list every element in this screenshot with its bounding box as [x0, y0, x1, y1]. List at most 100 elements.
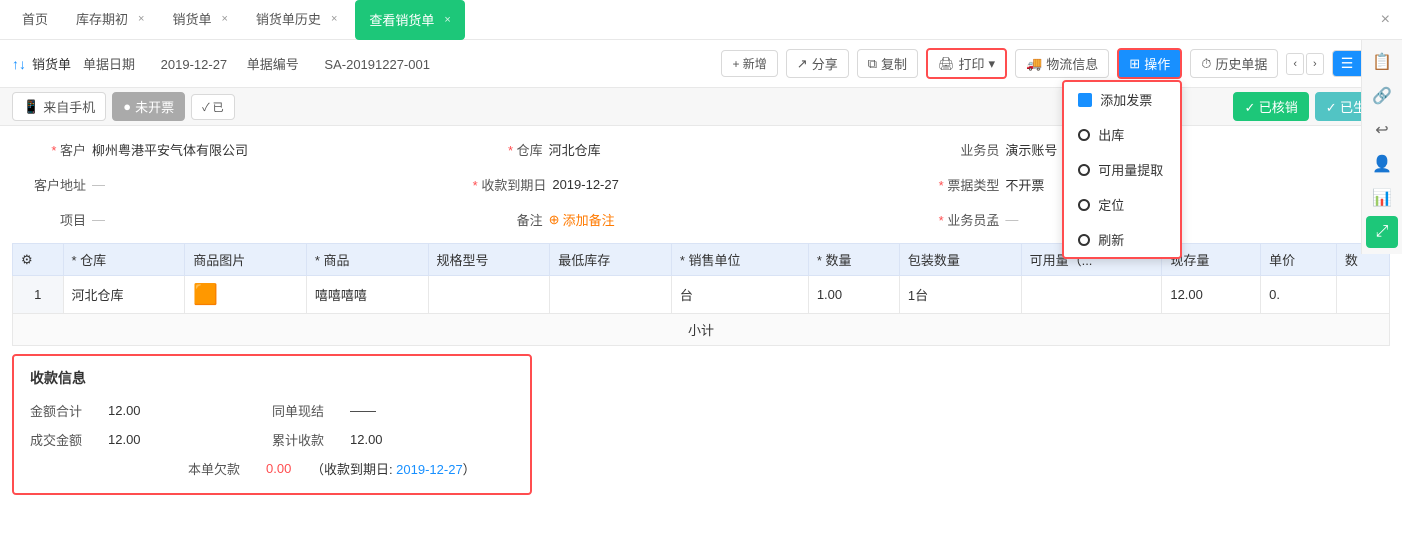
prev-arrow[interactable]: ‹	[1286, 53, 1304, 75]
from-phone-btn[interactable]: 📱 来自手机	[12, 92, 106, 121]
tab-sales-history-label: 销货单历史	[256, 9, 321, 28]
list-view-btn[interactable]: ☰	[1333, 51, 1362, 76]
out-stock-label: 出库	[1098, 125, 1124, 144]
tab-view-sales-close[interactable]: ×	[444, 14, 450, 26]
tab-home-label: 首页	[22, 9, 48, 28]
cell-image: 🟧	[185, 276, 307, 314]
product-table: ⚙ * 仓库 商品图片 * 商品 规格型号 最低库存 * 销售单位 * 数量 包…	[12, 243, 1390, 346]
cell-spec	[428, 276, 550, 314]
menu-refresh[interactable]: 刷新	[1064, 222, 1180, 257]
add-invoice-icon	[1078, 93, 1092, 107]
tab-home[interactable]: 首页	[8, 0, 62, 40]
logistics-label: 物流信息	[1046, 54, 1098, 73]
salesperson-label: 业务员	[929, 140, 999, 159]
col-product: * 商品	[306, 244, 428, 276]
copy-icon: ⧉	[868, 56, 877, 72]
tab-sales-history-close[interactable]: ×	[331, 13, 337, 25]
tab-inventory-init-close[interactable]: ×	[138, 13, 144, 25]
tab-sales-order-close[interactable]: ×	[221, 13, 227, 25]
copy-label: 复制	[881, 54, 907, 73]
ticket-type-label: 票据类型	[929, 175, 999, 194]
form-area: 客户 柳州粤港平安气体有限公司 仓库 河北仓库 业务员 演示账号 客户地址 — …	[0, 126, 1402, 243]
col-pack-qty: 包装数量	[899, 244, 1021, 276]
new-button[interactable]: + 新增	[721, 50, 777, 77]
tab-bar-close-icon[interactable]: ×	[1381, 11, 1390, 29]
sidebar-user-icon[interactable]: 👤	[1366, 148, 1398, 180]
due-date-row: 收款到期日 2019-12-27	[473, 171, 930, 198]
tab-view-sales[interactable]: 查看销货单 ×	[355, 0, 464, 40]
menu-locate[interactable]: 定位	[1064, 187, 1180, 222]
due-date-label: 收款到期日	[473, 175, 547, 194]
salesperson2-label: 业务员孟	[929, 210, 999, 229]
tab-sales-order[interactable]: 销货单 ×	[158, 0, 241, 40]
tab-inventory-init-label: 库存期初	[76, 9, 128, 28]
note-label: 备注	[473, 210, 543, 229]
print-button[interactable]: 🖨 打印 ▾	[926, 48, 1007, 79]
cell-min-stock	[550, 276, 672, 314]
next-arrow[interactable]: ›	[1306, 53, 1324, 75]
due-note: （收款到期日: 2019-12-27）	[311, 459, 476, 478]
address-row: 客户地址 —	[16, 171, 473, 198]
cumulative-label: 累计收款	[272, 430, 342, 449]
history-button[interactable]: ⏱ 历史单据	[1190, 49, 1278, 78]
share-button[interactable]: ↗ 分享	[786, 49, 849, 78]
project-value: —	[92, 212, 105, 227]
doc-no-label: 单据编号	[247, 57, 299, 72]
tab-sales-history[interactable]: 销货单历史 ×	[242, 0, 351, 40]
main-area: ↑↓ 销货单 单据日期 2019-12-27 单据编号 SA-20191227-…	[0, 40, 1402, 533]
sidebar-doc-icon[interactable]: 📋	[1366, 46, 1398, 78]
amount-total-value: 12.00	[108, 403, 141, 418]
same-order-label: 同单现结	[272, 401, 342, 420]
tab-inventory-init[interactable]: 库存期初 ×	[62, 0, 158, 40]
sold-btn[interactable]: ✓ 已核销	[1233, 92, 1308, 121]
deal-amount-label: 成交金额	[30, 430, 100, 449]
table-wrap: ⚙ * 仓库 商品图片 * 商品 规格型号 最低库存 * 销售单位 * 数量 包…	[0, 243, 1402, 346]
not-opened-label: 未开票	[135, 97, 174, 116]
locate-label: 定位	[1098, 195, 1124, 214]
add-note-label: 添加备注	[563, 210, 615, 229]
add-note-btn[interactable]: ⊕ 添加备注	[549, 210, 615, 229]
confirm-btn[interactable]: ✓ 已	[191, 94, 235, 120]
this-due-value: 0.00	[266, 461, 291, 476]
same-order-value: ——	[350, 403, 376, 418]
doc-date-value: 2019-12-27	[161, 57, 228, 72]
print-label: 打印	[959, 54, 985, 73]
col-min-stock: 最低库存	[550, 244, 672, 276]
sold-check-icon: ✓	[1244, 100, 1255, 115]
menu-available-qty[interactable]: 可用量提取	[1064, 152, 1180, 187]
not-opened-icon: ●	[123, 99, 131, 114]
sidebar-undo-icon[interactable]: ↩	[1366, 114, 1398, 146]
payment-grid: 金额合计 12.00 同单现结 —— 成交金额 12.00 累计收款 12.00…	[30, 398, 514, 481]
cell-product: 嘻嘻嘻嘻	[306, 276, 428, 314]
print-icon: 🖨	[938, 56, 955, 72]
menu-out-stock[interactable]: 出库	[1064, 117, 1180, 152]
sidebar-expand-icon[interactable]: ⤢	[1366, 216, 1398, 248]
col-warehouse: * 仓库	[63, 244, 185, 276]
logistics-icon: 🚚	[1026, 56, 1042, 72]
col-unit: * 销售单位	[671, 244, 808, 276]
sidebar-link-icon[interactable]: 🔗	[1366, 80, 1398, 112]
locate-icon	[1078, 199, 1090, 211]
sidebar-chart-icon[interactable]: 📊	[1366, 182, 1398, 214]
this-due-row: 本单欠款 0.00 （收款到期日: 2019-12-27）	[30, 456, 514, 481]
menu-add-invoice[interactable]: 添加发票	[1064, 82, 1180, 117]
amount-total-row: 金额合计 12.00	[30, 398, 272, 423]
deal-amount-value: 12.00	[108, 432, 141, 447]
refresh-icon	[1078, 234, 1090, 246]
payment-title: 收款信息	[30, 368, 514, 388]
cell-qty: 1.00	[808, 276, 899, 314]
not-opened-btn[interactable]: ● 未开票	[112, 92, 185, 121]
address-label: 客户地址	[16, 175, 86, 194]
ticket-type-value: 不开票	[1005, 175, 1044, 194]
copy-button[interactable]: ⧉ 复制	[857, 49, 918, 78]
warehouse-row: 仓库 河北仓库	[473, 136, 930, 163]
due-date-value: 2019-12-27	[552, 177, 619, 192]
tab-view-sales-label: 查看销货单	[369, 10, 434, 29]
doc-header: ↑↓ 销货单 单据日期 2019-12-27 单据编号 SA-20191227-…	[0, 40, 1402, 88]
right-sidebar: 📋 🔗 ↩ 👤 📊 ⤢	[1361, 40, 1402, 254]
subtotal-label: 小计	[13, 314, 1390, 346]
operation-button[interactable]: ⊞ 操作	[1117, 48, 1182, 79]
doc-header-left: ↑↓ 销货单 单据日期 2019-12-27 单据编号 SA-20191227-…	[12, 54, 446, 73]
customer-value: 柳州粤港平安气体有限公司	[92, 140, 248, 159]
logistics-button[interactable]: 🚚 物流信息	[1015, 49, 1109, 78]
